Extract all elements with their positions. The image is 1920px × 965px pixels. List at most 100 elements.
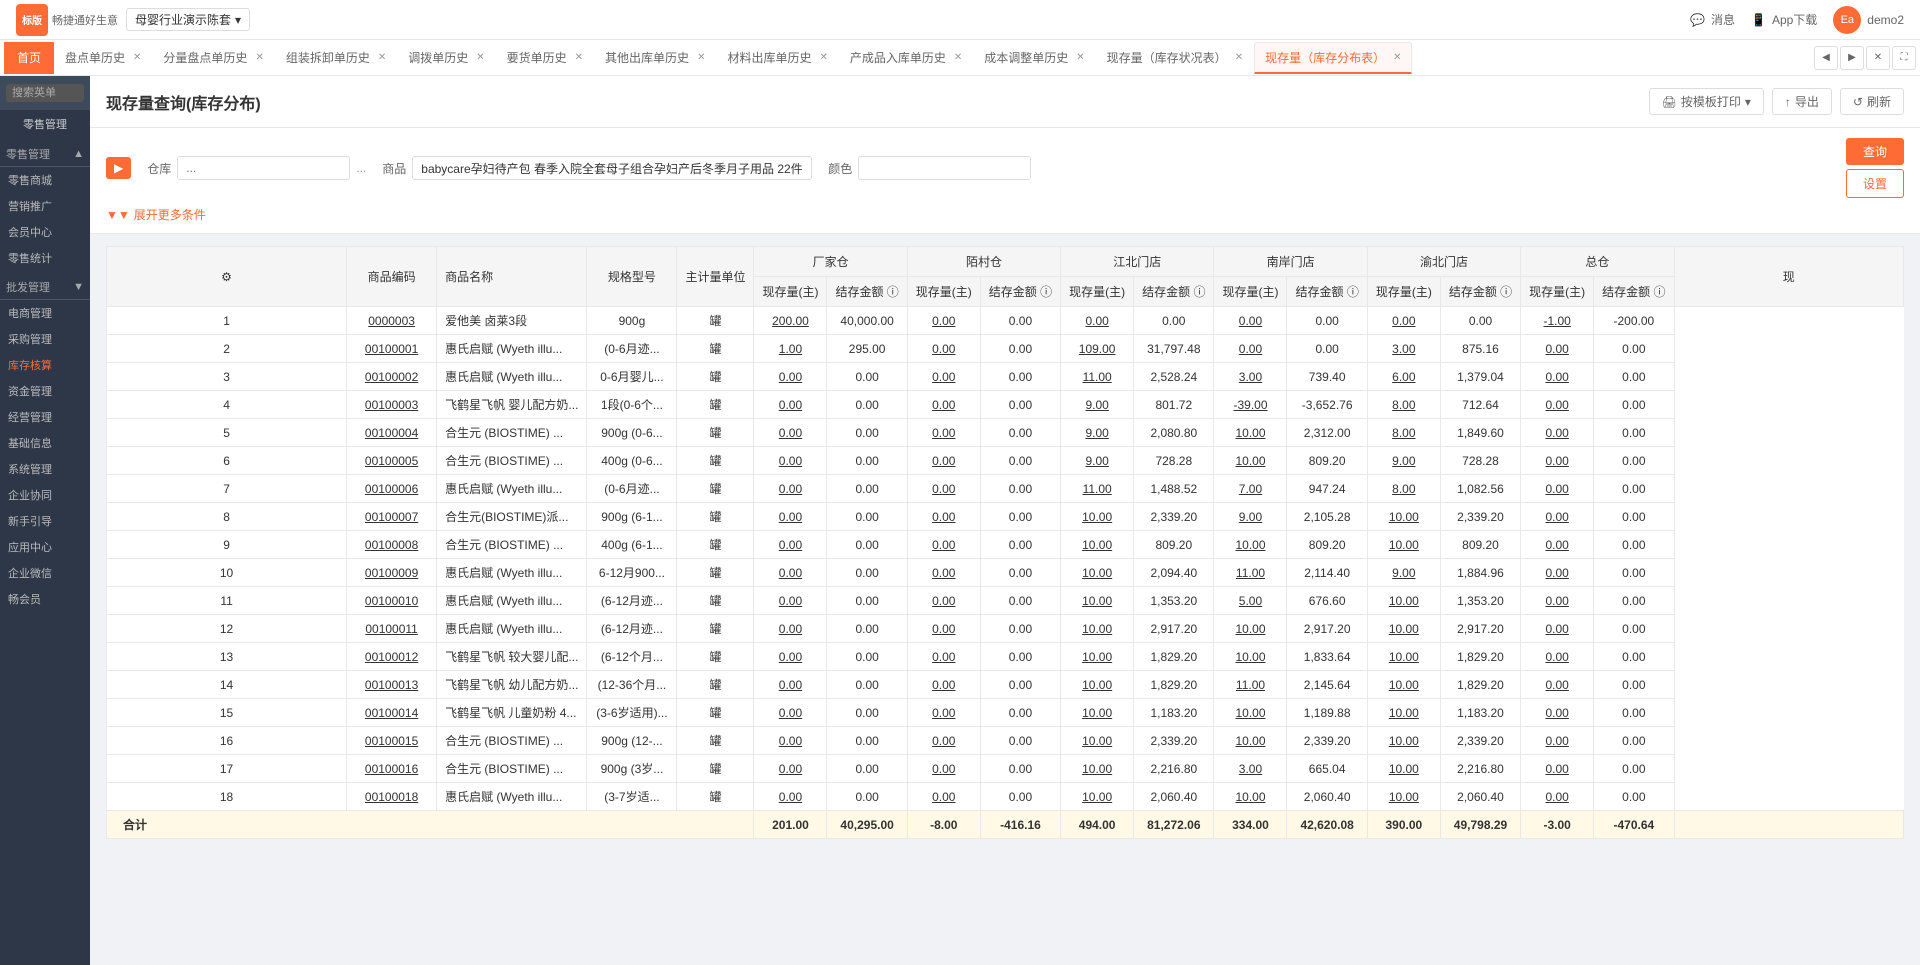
sidebar-item-wholesale-mgmt[interactable]: 批发管理 ▼ [0,271,90,299]
sidebar-item-member-center[interactable]: 会员中心 [0,219,90,245]
print-btn[interactable]: 🖨 按模板打印 ▾ [1649,88,1764,115]
logo-text: 畅捷通好生意 [52,12,118,28]
sidebar-item-app-center[interactable]: 应用中心 [0,534,90,560]
tab-bar: 首页 盘点单历史 ✕ 分量盘点单历史 ✕ 组装拆卸单历史 ✕ 调拨单历史 ✕ 要… [0,40,1920,76]
row-code[interactable]: 0000003 [347,307,437,335]
row-code[interactable]: 00100011 [347,615,437,643]
row-unit: 罐 [677,363,754,391]
row-code[interactable]: 00100008 [347,531,437,559]
refresh-btn[interactable]: ↺ 刷新 [1840,88,1904,115]
row-code[interactable]: 00100009 [347,559,437,587]
tab-assembly[interactable]: 组装拆卸单历史 ✕ [275,42,397,74]
sidebar-item-retail-mall[interactable]: 零售商城 [0,167,90,193]
sidebar-item-enterprise[interactable]: 企业协同 [0,482,90,508]
tab-inventory-check[interactable]: 盘点单历史 ✕ [54,42,152,74]
close-icon[interactable]: ✕ [1076,52,1084,63]
sidebar-item-ecom-mgmt[interactable]: 电商管理 [0,300,90,326]
tab-home[interactable]: 首页 [4,42,54,74]
row-code[interactable]: 00100005 [347,447,437,475]
summary-factory-amount: 40,295.00 [827,811,907,839]
expand-more-btn[interactable]: ▼▼ 展开更多条件 [106,206,1904,223]
row-code[interactable]: 00100003 [347,391,437,419]
export-btn[interactable]: ↑ 导出 [1772,88,1832,115]
close-icon[interactable]: ✕ [575,52,583,63]
close-icon[interactable]: ✕ [954,52,962,63]
close-icon[interactable]: ✕ [697,52,705,63]
sidebar-item-retail-mgmt[interactable]: 零售管理 ▲ [0,138,90,166]
row-code[interactable]: 00100006 [347,475,437,503]
sidebar-item-inventory-mgmt[interactable]: 库存核算 [0,352,90,378]
row-code[interactable]: 00100010 [347,587,437,615]
row-code[interactable]: 00100001 [347,335,437,363]
th-settings[interactable]: ⚙ [107,247,347,307]
row-code[interactable]: 00100002 [347,363,437,391]
tab-material-out[interactable]: 材料出库单历史 ✕ [716,42,838,74]
sidebar-item-finance-mgmt[interactable]: 资金管理 [0,378,90,404]
message-btn[interactable]: 💬 消息 [1690,11,1735,28]
row-code[interactable]: 00100014 [347,699,437,727]
row-data-2: 0.00 [907,755,980,783]
tab-prev-btn[interactable]: ◀ [1814,46,1838,70]
sidebar-item-ops-mgmt[interactable]: 经营管理 [0,404,90,430]
tab-purchase-order[interactable]: 要货单历史 ✕ [496,42,594,74]
page-header: 现存量查询(库存分布) 🖨 按模板打印 ▾ ↑ 导出 ↺ 刷新 [90,76,1920,128]
row-code[interactable]: 00100015 [347,727,437,755]
tab-close-all-btn[interactable]: ✕ [1866,46,1890,70]
sidebar-item-retail-stats[interactable]: 零售统计 [0,245,90,271]
row-data-9: 712.64 [1440,391,1520,419]
tab-maximize-btn[interactable]: ⛶ [1892,46,1916,70]
filter-expand-btn[interactable]: ▶ [106,157,131,179]
row-data-4: 10.00 [1061,587,1134,615]
warehouse-dots-btn[interactable]: ... [356,161,366,175]
row-code[interactable]: 00100018 [347,783,437,811]
sidebar-item-member-plus[interactable]: 畅会员 [0,586,90,612]
row-code[interactable]: 00100004 [347,419,437,447]
row-data-8: 10.00 [1367,783,1440,811]
sidebar-item-marketing[interactable]: 营销推广 [0,193,90,219]
sidebar-item-new-guide[interactable]: 新手引导 [0,508,90,534]
chevron-down-icon: ▼ [73,281,84,293]
row-data-0: 0.00 [754,559,827,587]
th-mocun-warehouse: 陌村仓 [907,247,1060,277]
tab-next-btn[interactable]: ▶ [1840,46,1864,70]
tab-product-in[interactable]: 产成品入库单历史 ✕ [839,42,973,74]
sidebar-item-sys-mgmt[interactable]: 系统管理 [0,456,90,482]
industry-selector[interactable]: 母婴行业演示陈套 ▾ [126,8,250,31]
row-code[interactable]: 00100012 [347,643,437,671]
tab-inventory-check2[interactable]: 分量盘点单历史 ✕ [152,42,274,74]
settings-button[interactable]: 设置 [1846,169,1904,198]
tab-other-out[interactable]: 其他出库单历史 ✕ [594,42,716,74]
row-data-5: 2,060.40 [1134,783,1214,811]
close-icon[interactable]: ✕ [378,52,386,63]
th-total-qty: 现存量(主) [1521,277,1594,307]
chevron-down-icon: ▾ [1745,95,1751,109]
app-download-btn[interactable]: 📱 App下载 [1751,11,1817,28]
tab-transfer[interactable]: 调拨单历史 ✕ [397,42,495,74]
close-icon[interactable]: ✕ [819,52,827,63]
close-icon[interactable]: ✕ [476,52,484,63]
sidebar-item-base-info[interactable]: 基础信息 [0,430,90,456]
row-data-0: 1.00 [754,335,827,363]
goods-input[interactable] [412,156,812,180]
row-data-4: 109.00 [1061,335,1134,363]
close-icon[interactable]: ✕ [133,52,141,63]
sidebar-item-purchase-mgmt[interactable]: 采购管理 [0,326,90,352]
search-input[interactable] [6,84,84,102]
search-button[interactable]: 查询 [1846,138,1904,165]
sidebar-item-enterprise-wechat[interactable]: 企业微信 [0,560,90,586]
settings-gear[interactable]: ⚙ [221,270,232,284]
row-code[interactable]: 00100013 [347,671,437,699]
tab-stock-status[interactable]: 现存量（库存状况表） ✕ [1096,42,1254,74]
color-input[interactable] [858,156,1031,180]
top-bar-left: 标版 畅捷通好生意 母婴行业演示陈套 ▾ [16,4,250,36]
row-code[interactable]: 00100007 [347,503,437,531]
warehouse-input[interactable] [177,156,350,180]
close-icon[interactable]: ✕ [1235,52,1243,63]
tab-stock-dist[interactable]: 现存量（库存分布表） ✕ [1254,42,1412,74]
row-code[interactable]: 00100016 [347,755,437,783]
close-icon[interactable]: ✕ [255,52,263,63]
sidebar-item-quick-nav[interactable]: 零售管理 [0,110,90,138]
tab-cost-adjust[interactable]: 成本调整单历史 ✕ [973,42,1095,74]
user-info[interactable]: Ea demo2 [1833,6,1904,34]
close-icon[interactable]: ✕ [1393,52,1401,63]
